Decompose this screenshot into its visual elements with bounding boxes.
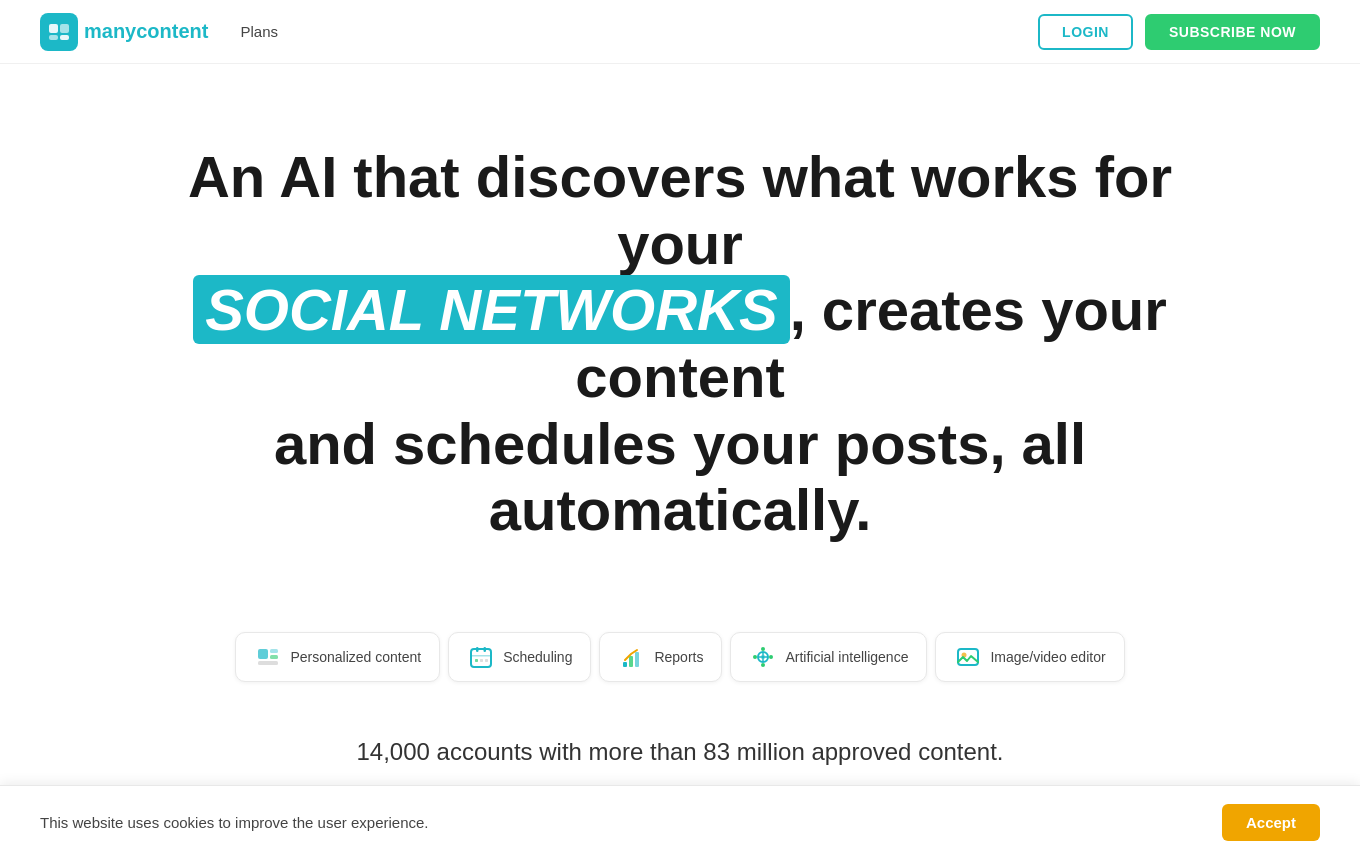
logo-icon xyxy=(40,13,78,51)
svg-rect-7 xyxy=(258,661,278,665)
svg-rect-13 xyxy=(480,659,483,662)
personalized-content-label: Personalized content xyxy=(290,649,421,665)
svg-rect-6 xyxy=(270,655,278,659)
svg-rect-1 xyxy=(60,24,69,33)
features-row: Personalized content Scheduling R xyxy=(180,632,1180,682)
accept-cookies-button[interactable]: Accept xyxy=(1222,804,1320,841)
navbar-right: LOGIN SUBSCRIBE NOW xyxy=(1038,14,1320,50)
svg-point-21 xyxy=(761,663,765,667)
svg-rect-17 xyxy=(635,652,639,667)
svg-point-19 xyxy=(761,655,765,659)
svg-rect-3 xyxy=(60,35,69,40)
scheduling-label: Scheduling xyxy=(503,649,572,665)
hero-line1: An AI that discovers what works for your xyxy=(188,144,1172,276)
subscribe-nav-button[interactable]: SUBSCRIBE NOW xyxy=(1145,14,1320,50)
login-button[interactable]: LOGIN xyxy=(1038,14,1133,50)
feature-scheduling: Scheduling xyxy=(448,632,591,682)
svg-rect-9 xyxy=(476,647,479,652)
logo-text: manycontent xyxy=(84,20,208,43)
scheduling-icon xyxy=(467,643,495,671)
svg-rect-2 xyxy=(49,35,58,40)
navbar: manycontent Plans LOGIN SUBSCRIBE NOW xyxy=(0,0,1360,64)
hero-line3: and schedules your posts, all automatica… xyxy=(274,411,1086,543)
navbar-left: manycontent Plans xyxy=(40,13,278,51)
hero-section: An AI that discovers what works for your… xyxy=(80,64,1280,584)
feature-artificial-intelligence: Artificial intelligence xyxy=(730,632,927,682)
ai-label: Artificial intelligence xyxy=(785,649,908,665)
svg-rect-11 xyxy=(471,655,491,657)
svg-rect-14 xyxy=(485,659,488,662)
reports-label: Reports xyxy=(654,649,703,665)
reports-icon xyxy=(618,643,646,671)
svg-point-22 xyxy=(753,655,757,659)
ai-icon xyxy=(749,643,777,671)
cookie-message: This website uses cookies to improve the… xyxy=(40,814,429,831)
feature-reports: Reports xyxy=(599,632,722,682)
feature-personalized-content: Personalized content xyxy=(235,632,440,682)
svg-point-20 xyxy=(761,647,765,651)
svg-rect-10 xyxy=(484,647,487,652)
svg-rect-12 xyxy=(475,659,478,662)
nav-plans-link[interactable]: Plans xyxy=(240,23,278,40)
stats-text: 14,000 accounts with more than 83 millio… xyxy=(0,738,1360,766)
cookie-banner: This website uses cookies to improve the… xyxy=(0,785,1360,859)
svg-rect-0 xyxy=(49,24,58,33)
svg-rect-8 xyxy=(471,649,491,667)
hero-title: An AI that discovers what works for your… xyxy=(120,144,1240,544)
svg-rect-5 xyxy=(270,649,278,653)
svg-rect-28 xyxy=(958,649,978,665)
svg-point-23 xyxy=(769,655,773,659)
svg-rect-15 xyxy=(623,662,627,667)
editor-label: Image/video editor xyxy=(990,649,1105,665)
logo: manycontent xyxy=(40,13,208,51)
stats-section: 14,000 accounts with more than 83 millio… xyxy=(0,738,1360,766)
svg-rect-4 xyxy=(258,649,268,659)
feature-image-video-editor: Image/video editor xyxy=(935,632,1124,682)
editor-icon xyxy=(954,643,982,671)
hero-highlight: SOCIAL NETWORKS xyxy=(193,275,790,344)
personalized-content-icon xyxy=(254,643,282,671)
svg-rect-16 xyxy=(629,656,633,667)
